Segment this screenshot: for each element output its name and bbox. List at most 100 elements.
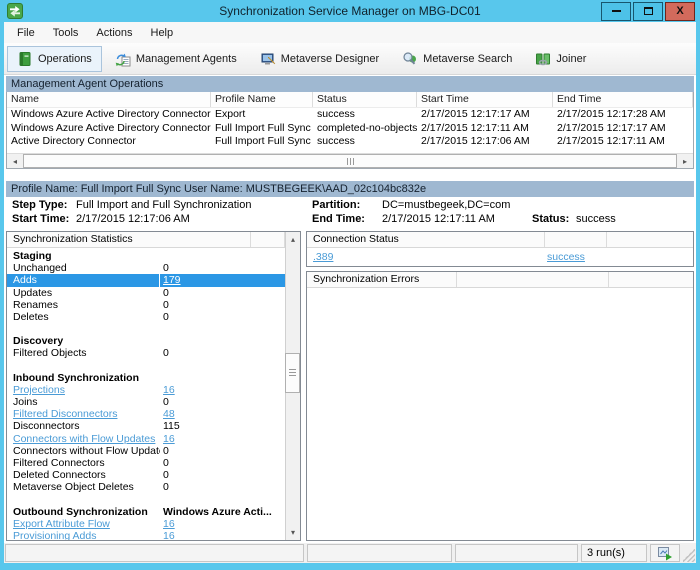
- step-details: Step Type: Full Import and Full Synchron…: [6, 197, 694, 228]
- stats-label-link[interactable]: Projections: [13, 384, 65, 396]
- menu-item-file[interactable]: File: [8, 24, 44, 42]
- scroll-down-icon[interactable]: ▾: [286, 525, 300, 540]
- stats-item-row[interactable]: Deleted Connectors 0: [7, 469, 285, 481]
- stats-label: Joins: [13, 396, 38, 409]
- end-time-label: End Time:: [312, 213, 365, 225]
- minimize-button[interactable]: [601, 1, 631, 21]
- stats-item-row[interactable]: Adds 179: [7, 274, 285, 287]
- stats-label-link[interactable]: Export Attribute Flow: [13, 518, 110, 530]
- stats-value-link[interactable]: 179: [163, 274, 181, 286]
- close-button[interactable]: X: [665, 1, 695, 21]
- stats-value-link[interactable]: 16: [163, 530, 175, 540]
- vertical-scrollbar-thumb[interactable]: [285, 352, 300, 393]
- table-cell: 2/17/2015 12:17:11 AM: [557, 135, 665, 147]
- scroll-up-icon[interactable]: ▴: [286, 232, 300, 247]
- table-cell: 2/17/2015 12:17:11 AM: [421, 121, 529, 134]
- connection-status-panel: Connection Status .389 success: [306, 231, 694, 267]
- operations-table-header: Name Profile Name Status Start Time End …: [7, 92, 693, 108]
- stats-item-row[interactable]: Metaverse Object Deletes 0: [7, 481, 285, 493]
- stats-item-row[interactable]: Connectors with Flow Updates 16: [7, 433, 285, 445]
- tab-operations[interactable]: Operations: [7, 45, 102, 72]
- table-cell: Full Import Full Sync: [215, 121, 311, 134]
- maximize-button[interactable]: [633, 1, 663, 21]
- stats-section-row: Staging: [7, 250, 285, 262]
- profile-section-header: Profile Name: Full Import Full Sync User…: [6, 181, 694, 197]
- column-header-name[interactable]: Name: [7, 92, 211, 107]
- column-header-status[interactable]: Status: [313, 92, 417, 107]
- vertical-scrollbar[interactable]: ▴ ▾: [285, 232, 300, 540]
- stats-label-link[interactable]: Provisioning Adds: [13, 530, 96, 540]
- stats-value: 115: [163, 420, 180, 433]
- column-header-start-time[interactable]: Start Time: [417, 92, 553, 107]
- connection-status-header-label[interactable]: Connection Status: [307, 232, 545, 247]
- scroll-left-icon[interactable]: ◂: [7, 154, 23, 168]
- stats-item-row[interactable]: Renames 0: [7, 299, 285, 311]
- start-time-value: 2/17/2015 12:17:06 AM: [76, 213, 190, 225]
- connection-status-header: Connection Status: [307, 232, 693, 248]
- stats-item-row[interactable]: Projections 16: [7, 384, 285, 396]
- horizontal-scrollbar-thumb[interactable]: [23, 154, 677, 168]
- connection-result-link[interactable]: success: [547, 251, 585, 263]
- stats-item-row[interactable]: Filtered Connectors 0: [7, 457, 285, 469]
- stats-label-link[interactable]: Filtered Disconnectors: [13, 408, 117, 420]
- horizontal-scrollbar[interactable]: ◂ ▸: [7, 153, 693, 168]
- column-header-profile-name[interactable]: Profile Name: [211, 92, 313, 107]
- stats-blank-row: [7, 323, 285, 335]
- stats-value: 0: [163, 286, 169, 299]
- tab-joiner-label: Joiner: [556, 52, 587, 65]
- stats-item-row[interactable]: Joins 0: [7, 396, 285, 408]
- stats-label: Filtered Disconnectors: [7, 408, 160, 420]
- stats-item-row[interactable]: Deletes 0: [7, 311, 285, 323]
- scroll-right-icon[interactable]: ▸: [677, 154, 693, 168]
- sync-statistics-header-label[interactable]: Synchronization Statistics: [7, 232, 251, 247]
- stats-label: [7, 323, 160, 335]
- tab-joiner[interactable]: Joiner: [525, 46, 596, 72]
- stats-item-row[interactable]: Filtered Disconnectors 48: [7, 408, 285, 420]
- stats-value-link[interactable]: 16: [163, 384, 175, 396]
- table-cell: 2/17/2015 12:17:06 AM: [421, 135, 530, 147]
- stats-label: Projections: [7, 384, 160, 396]
- stats-value: 0: [163, 456, 169, 469]
- status-icon-section: [650, 544, 680, 562]
- stats-value: 0: [163, 298, 169, 311]
- stats-item-row[interactable]: Unchanged 0: [7, 262, 285, 274]
- stats-item-row[interactable]: Disconnectors 115: [7, 420, 285, 432]
- vertical-scrollbar-track[interactable]: [285, 247, 300, 525]
- table-cell: 2/17/2015 12:17:17 AM: [421, 108, 530, 120]
- stats-item-row[interactable]: Updates 0: [7, 287, 285, 299]
- resize-grip[interactable]: [683, 544, 695, 562]
- connection-endpoint-link[interactable]: .389: [313, 251, 333, 263]
- stats-label-link[interactable]: Connectors with Flow Updates: [13, 433, 155, 445]
- sync-statistics-header: Synchronization Statistics: [7, 232, 285, 248]
- table-row[interactable]: Windows Azure Active Directory Connector…: [7, 108, 693, 122]
- stats-value-link[interactable]: 16: [163, 433, 175, 445]
- stats-item-row[interactable]: Export Attribute Flow 16: [7, 518, 285, 530]
- table-row[interactable]: Active Directory Connector Full Import Fu…: [7, 135, 693, 149]
- sync-errors-panel: Synchronization Errors: [306, 271, 694, 541]
- table-cell: Active Directory Connector: [11, 135, 136, 147]
- stats-value: 0: [163, 396, 169, 409]
- sync-errors-header-label[interactable]: Synchronization Errors: [307, 272, 457, 287]
- menu-item-help[interactable]: Help: [142, 24, 183, 42]
- stats-item-row[interactable]: Filtered Objects 0: [7, 347, 285, 359]
- menu-item-actions[interactable]: Actions: [87, 24, 141, 42]
- stats-value-link[interactable]: 48: [163, 408, 175, 420]
- stats-value: 0: [163, 347, 169, 360]
- stats-label: Staging: [13, 250, 52, 262]
- tab-metaverse-search[interactable]: Metaverse Search: [392, 46, 522, 72]
- tab-management-agents-label: Management Agents: [135, 52, 237, 65]
- tab-metaverse-designer[interactable]: Metaverse Designer: [250, 46, 389, 72]
- column-header-end-time[interactable]: End Time: [553, 92, 693, 107]
- stats-item-row[interactable]: Provisioning Adds 16: [7, 530, 285, 540]
- run-history-icon[interactable]: [657, 545, 673, 561]
- stats-value: Windows Azure Acti...: [163, 505, 272, 518]
- stats-label: Provisioning Adds: [7, 530, 160, 540]
- stats-item-row[interactable]: Connectors without Flow Updates 0: [7, 445, 285, 457]
- operations-section-header: Management Agent Operations: [6, 76, 694, 92]
- step-type-label: Step Type:: [12, 199, 68, 211]
- table-row[interactable]: Windows Azure Active Directory Connector…: [7, 122, 693, 136]
- menu-item-tools[interactable]: Tools: [44, 24, 88, 42]
- stats-value-link[interactable]: 16: [163, 518, 175, 530]
- tab-management-agents[interactable]: Management Agents: [105, 46, 247, 72]
